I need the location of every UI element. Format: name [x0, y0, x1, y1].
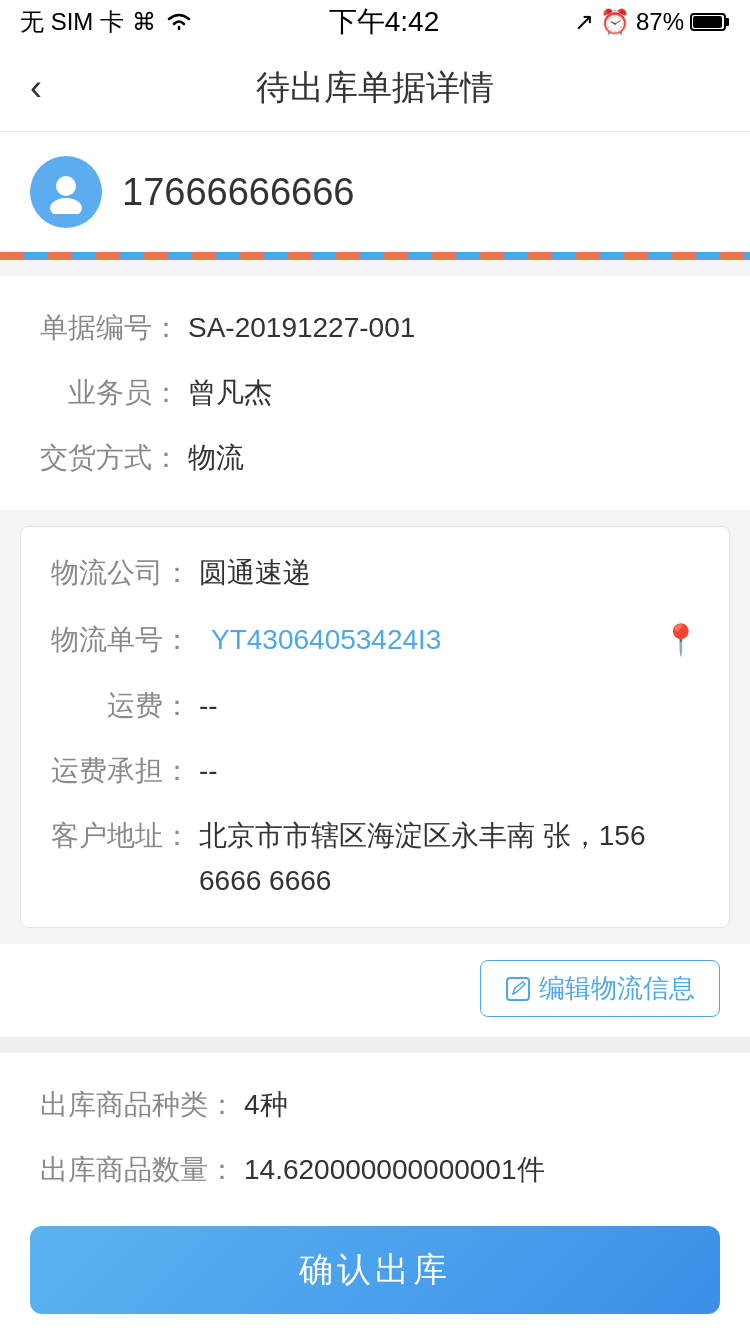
freight-bear-row: 运费承担： --	[51, 749, 699, 794]
tracking-value: YT43064053424I3	[211, 618, 650, 663]
person-icon	[44, 170, 88, 214]
edit-icon	[505, 976, 531, 1002]
map-location-icon[interactable]: 📍	[662, 616, 699, 664]
order-info-section: 单据编号： SA-20191227-001 业务员： 曾凡杰 交货方式： 物流	[0, 276, 750, 510]
sim-status: 无 SIM 卡	[20, 6, 124, 38]
salesman-row: 业务员： 曾凡杰	[40, 371, 710, 416]
delivery-value: 物流	[188, 436, 710, 481]
status-left: 无 SIM 卡 ⌘	[20, 6, 194, 38]
goods-type-row: 出库商品种类： 4种	[40, 1083, 710, 1128]
confirm-button[interactable]: 确认出库	[30, 1226, 720, 1314]
customer-header: 17666666666	[0, 132, 750, 252]
location-status-icon: ↗	[574, 8, 594, 36]
battery-icon	[690, 12, 730, 32]
goods-quantity-row: 出库商品数量： 14.620000000000001件	[40, 1148, 710, 1193]
order-no-value: SA-20191227-001	[188, 306, 710, 351]
delivery-label: 交货方式：	[40, 436, 180, 481]
gray-separator-1	[0, 1037, 750, 1053]
goods-quantity-value: 14.620000000000001件	[244, 1148, 710, 1193]
goods-stats-section: 出库商品种类： 4种 出库商品数量： 14.620000000000001件	[0, 1053, 750, 1213]
wifi-signal-icon	[164, 11, 194, 33]
logistics-card: 物流公司： 圆通速递 物流单号： YT43064053424I3 📍 运费： -…	[20, 526, 730, 928]
salesman-value: 曾凡杰	[188, 371, 710, 416]
delivery-row: 交货方式： 物流	[40, 436, 710, 481]
status-right: ↗ ⏰ 87%	[574, 8, 730, 36]
alarm-icon: ⏰	[600, 8, 630, 36]
svg-point-4	[50, 198, 82, 214]
nav-bar: ‹ 待出库单据详情	[0, 44, 750, 132]
back-button[interactable]: ‹	[30, 70, 42, 106]
svg-point-3	[56, 176, 76, 196]
freight-bear-label: 运费承担：	[51, 749, 191, 794]
address-label: 客户地址：	[51, 814, 191, 859]
status-bar: 无 SIM 卡 ⌘ 下午4:42 ↗ ⏰ 87%	[0, 0, 750, 44]
order-no-row: 单据编号： SA-20191227-001	[40, 306, 710, 351]
company-value: 圆通速递	[199, 551, 699, 596]
svg-rect-2	[693, 16, 722, 28]
tracking-row: 物流单号： YT43064053424I3 📍	[51, 616, 699, 664]
freight-bear-value: --	[199, 749, 699, 794]
order-no-label: 单据编号：	[40, 306, 180, 351]
company-row: 物流公司： 圆通速递	[51, 551, 699, 596]
svg-rect-5	[507, 978, 529, 1000]
salesman-label: 业务员：	[40, 371, 180, 416]
confirm-bar: 确认出库	[0, 1206, 750, 1334]
company-label: 物流公司：	[51, 551, 191, 596]
battery-percent: 87%	[636, 8, 684, 36]
edit-logistics-row: 编辑物流信息	[0, 944, 750, 1037]
edit-logistics-button[interactable]: 编辑物流信息	[480, 960, 720, 1017]
address-row: 客户地址： 北京市市辖区海淀区永丰南 张，156 6666 6666	[51, 814, 699, 904]
page-title: 待出库单据详情	[256, 65, 494, 111]
dashed-divider	[0, 252, 750, 260]
edit-logistics-label: 编辑物流信息	[539, 971, 695, 1006]
status-time: 下午4:42	[329, 3, 440, 41]
avatar	[30, 156, 102, 228]
wifi-icon: ⌘	[132, 8, 156, 36]
goods-type-label: 出库商品种类：	[40, 1083, 236, 1128]
address-value: 北京市市辖区海淀区永丰南 张，156 6666 6666	[199, 814, 699, 904]
customer-phone: 17666666666	[122, 171, 354, 214]
freight-value: --	[199, 684, 699, 729]
goods-quantity-label: 出库商品数量：	[40, 1148, 236, 1193]
svg-rect-1	[725, 18, 729, 26]
freight-row: 运费： --	[51, 684, 699, 729]
goods-type-value: 4种	[244, 1083, 710, 1128]
freight-label: 运费：	[51, 684, 191, 729]
tracking-label: 物流单号：	[51, 618, 191, 663]
